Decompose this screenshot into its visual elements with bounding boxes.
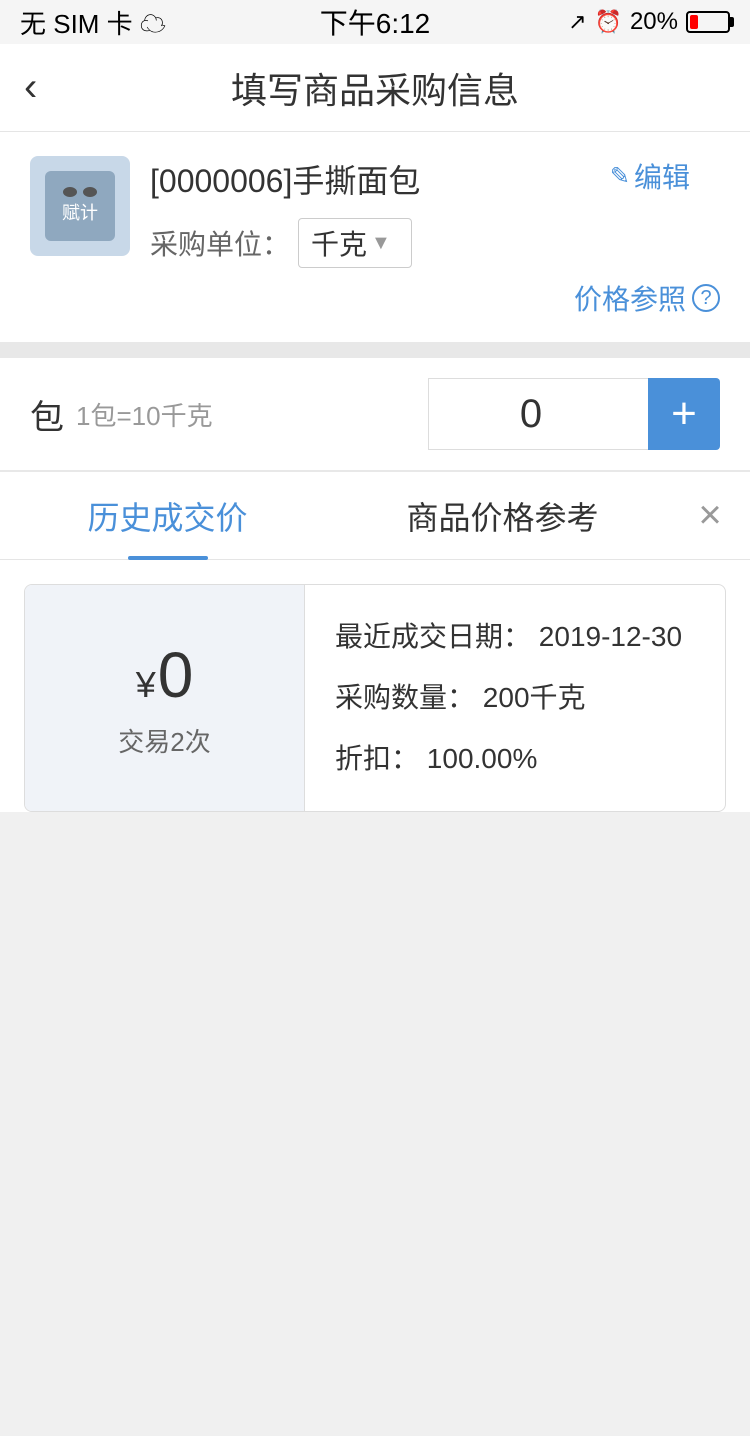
price-ref-button[interactable]: 价格参照 ? <box>574 278 720 318</box>
purchase-qty-value: 200千克 <box>483 682 586 713</box>
sim-signal: 无 SIM 卡 ☁ <box>20 4 166 41</box>
chevron-down-icon: ▼ <box>371 232 391 255</box>
history-price-summary: ¥ 0 交易2次 <box>25 585 305 811</box>
package-unit-sublabel: 1包=10千克 <box>76 396 213 433</box>
status-time: 下午6:12 <box>320 2 431 42</box>
tab-product-price-ref[interactable]: 商品价格参考 <box>335 472 670 560</box>
discount-row: 折扣： 100.00% <box>335 737 695 782</box>
recent-date-value: 2019-12-30 <box>539 621 682 652</box>
product-card: 赋计 [0000006]手撕面包 采购单位： 千克 ▼ ✎ 编辑 <box>0 132 750 342</box>
history-details: 最近成交日期： 2019-12-30 采购数量： 200千克 折扣： 100.0… <box>305 585 725 811</box>
section-divider <box>0 342 750 358</box>
discount-value: 100.00% <box>427 743 538 774</box>
discount-label: 折扣： <box>335 743 419 774</box>
status-bar: 无 SIM 卡 ☁ 下午6:12 ↗ ⏰ 20% <box>0 0 750 44</box>
quantity-plus-button[interactable]: + <box>648 378 720 450</box>
tab-close-button[interactable]: × <box>670 493 750 538</box>
history-price-value: ¥ 0 <box>136 638 194 712</box>
unit-select[interactable]: 千克 ▼ <box>298 218 412 268</box>
edit-button[interactable]: ✎ 编辑 <box>610 156 690 196</box>
recent-date-label: 最近成交日期： <box>335 621 531 652</box>
product-logo: 赋计 <box>30 156 130 256</box>
recent-date-row: 最近成交日期： 2019-12-30 <box>335 615 695 660</box>
trades-count: 交易2次 <box>118 722 210 759</box>
nav-bar: ‹ 填写商品采购信息 <box>0 44 750 132</box>
unit-label: 采购单位： 千克 ▼ <box>150 218 412 268</box>
quantity-input-group: + <box>428 378 720 450</box>
page-title: 填写商品采购信息 <box>231 62 519 114</box>
price-number: 0 <box>158 638 194 712</box>
tab-history-price[interactable]: 历史成交价 <box>0 472 335 560</box>
purchase-qty-row: 采购数量： 200千克 <box>335 676 695 721</box>
alarm-icon: ⏰ <box>595 9 622 35</box>
edit-icon: ✎ <box>610 162 630 191</box>
logo-eye-right <box>83 187 97 197</box>
package-label: 包 <box>30 390 64 439</box>
price-ref-label: 价格参照 <box>574 278 686 318</box>
logo-eye-left <box>63 187 77 197</box>
battery-icon <box>686 11 730 33</box>
back-button[interactable]: ‹ <box>24 65 37 110</box>
background-area <box>0 836 750 1436</box>
tabs-row: 历史成交价 商品价格参考 × <box>0 472 750 560</box>
quantity-input[interactable] <box>428 378 648 450</box>
logo-text: 赋计 <box>62 199 98 225</box>
bottom-panel: 历史成交价 商品价格参考 × ¥ 0 交易2次 最近成交日期： 2019-12-… <box>0 472 750 812</box>
status-right: ↗ ⏰ 20% <box>568 8 730 36</box>
help-icon: ? <box>692 284 720 312</box>
quantity-row: 包 1包=10千克 + <box>0 358 750 470</box>
quantity-unit-info: 包 1包=10千克 <box>30 390 213 439</box>
unit-value: 千克 <box>311 223 367 263</box>
currency-symbol: ¥ <box>136 664 156 706</box>
battery-percent: 20% <box>630 8 678 36</box>
tab-underline <box>128 556 208 560</box>
history-card: ¥ 0 交易2次 最近成交日期： 2019-12-30 采购数量： 200千克 … <box>24 584 726 812</box>
purchase-qty-label: 采购数量： <box>335 682 475 713</box>
location-icon: ↗ <box>568 9 586 35</box>
product-unit-row: 采购单位： 千克 ▼ <box>150 218 720 268</box>
status-left: 无 SIM 卡 ☁ <box>20 4 166 41</box>
product-header: 赋计 [0000006]手撕面包 采购单位： 千克 ▼ ✎ 编辑 <box>30 156 720 268</box>
